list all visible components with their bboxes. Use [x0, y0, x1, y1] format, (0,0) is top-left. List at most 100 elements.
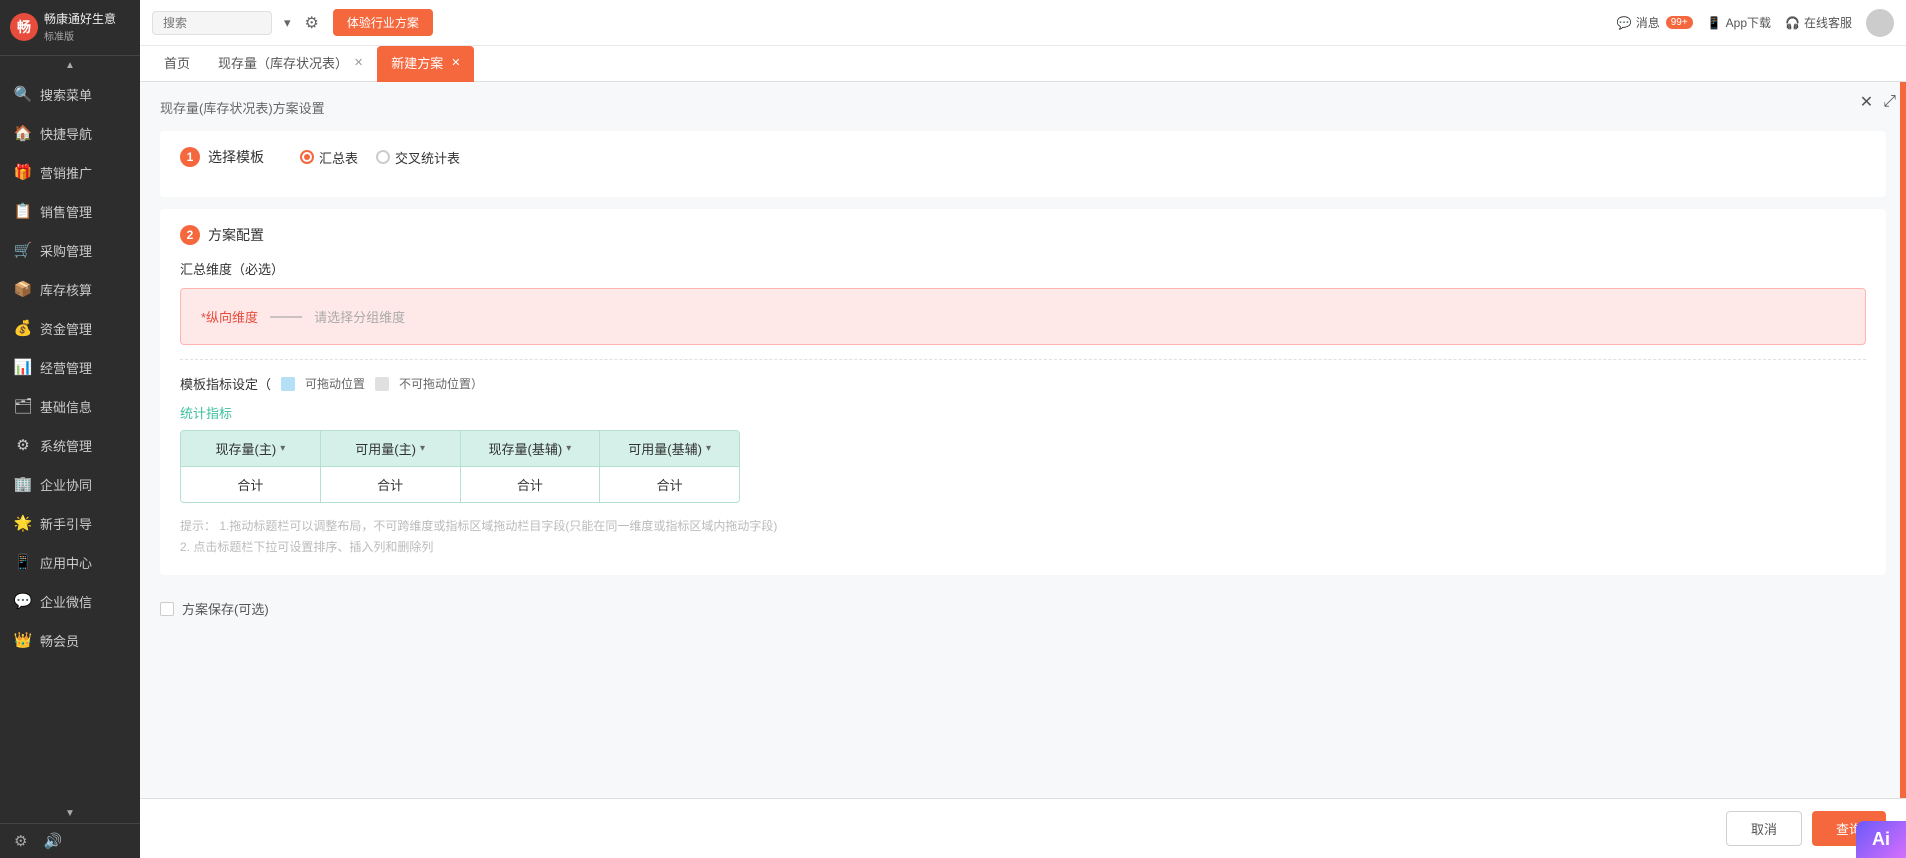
cancel-button[interactable]: 取消 — [1726, 811, 1802, 846]
step1-header: 1 选择模板 汇总表 交叉统计表 — [180, 147, 1866, 167]
stats-col-header-available-aux[interactable]: 可用量(基辅)▾ — [600, 431, 739, 466]
sidebar-item-label: 销售管理 — [40, 202, 92, 221]
tab-label-new-plan: 新建方案 — [391, 53, 443, 72]
sidebar-item-finance[interactable]: 💰 资金管理 — [0, 309, 140, 348]
trial-button[interactable]: 体验行业方案 — [333, 9, 433, 36]
gear-icon[interactable]: ⚙ — [305, 13, 319, 33]
tab-home[interactable]: 首页 — [150, 46, 204, 82]
sidebar-scroll-down[interactable]: ▼ — [0, 804, 140, 823]
sidebar-item-quicknav[interactable]: 🏠快捷导航 — [0, 114, 140, 153]
tips-area: 提示： 1.拖动标题栏可以调整布局，不可跨维度或指标区域拖动栏目字段(只能在同一… — [180, 517, 1866, 555]
sidebar-item-appcenter[interactable]: 📱 应用中心 — [0, 543, 140, 582]
online-service-button[interactable]: 🎧 在线客服 — [1785, 14, 1852, 31]
template-radio-group: 汇总表 交叉统计表 — [300, 148, 460, 167]
sidebar-item-label: 资金管理 — [40, 319, 92, 338]
close-panel-icon[interactable]: ✕ — [1860, 92, 1873, 112]
col-label-available-main: 可用量(主) — [355, 439, 416, 458]
col-chevron-stock-aux[interactable]: ▾ — [566, 443, 571, 454]
search-input[interactable] — [152, 11, 272, 35]
col-chevron-available-main[interactable]: ▾ — [420, 443, 425, 454]
expand-panel-icon[interactable]: ⤢ — [1883, 93, 1896, 111]
step2-title: 方案配置 — [208, 225, 264, 245]
stats-table: 现存量(主)▾可用量(主)▾现存量(基辅)▾可用量(基辅)▾合计合计合计合计 — [180, 430, 740, 503]
sidebar-item-inventory[interactable]: 📦库存核算 — [0, 270, 140, 309]
non-draggable-tag-label: 不可拖动位置） — [399, 375, 483, 392]
newguide-icon: 🌟 — [14, 514, 32, 532]
stats-label: 统计指标 — [180, 403, 1866, 422]
col-label-stock-aux: 现存量(基辅) — [489, 439, 563, 458]
dimension-dash: —— — [270, 308, 302, 326]
radio-label-cross: 交叉统计表 — [395, 148, 460, 167]
resize-handle[interactable] — [1900, 82, 1906, 798]
sidebar-item-operation[interactable]: 📊 经营管理 — [0, 348, 140, 387]
content-area: ✕ ⤢ 现存量(库存状况表)方案设置 1 选择模板 汇总表 交叉统计表 2 方案配… — [140, 82, 1906, 798]
draggable-tag-indicator — [281, 377, 295, 391]
sidebar-item-label: 应用中心 — [40, 553, 92, 572]
sidebar-item-label: 系统管理 — [40, 436, 92, 455]
stats-table-header: 现存量(主)▾可用量(主)▾现存量(基辅)▾可用量(基辅)▾ — [181, 431, 739, 466]
enterprise-icon: 🏢 — [14, 475, 32, 493]
footer-bar: 取消 查询 — [140, 798, 1906, 858]
sidebar: 畅 畅康通好生意 标准版 ▲ 🔍 搜索菜单 🏠快捷导航🎁营销推广📋销售管理🛒采购管理… — [0, 0, 140, 858]
app-logo-text: 畅康通好生意 标准版 — [44, 12, 116, 43]
col-chevron-available-aux[interactable]: ▾ — [706, 443, 711, 454]
sidebar-item-label: 搜索菜单 — [40, 85, 92, 104]
sidebar-scroll-up[interactable]: ▲ — [0, 56, 140, 75]
sidebar-item-label: 采购管理 — [40, 241, 92, 260]
save-row: 方案保存(可选) — [160, 587, 1886, 630]
app-logo-icon: 畅 — [10, 13, 38, 41]
tab-inventory-status[interactable]: 现存量（库存状况表）✕ — [204, 46, 377, 82]
draggable-tag-label: 可拖动位置 — [305, 375, 365, 392]
tab-close-inventory-status[interactable]: ✕ — [354, 56, 363, 69]
non-draggable-tag-indicator — [375, 377, 389, 391]
sidebar-item-marketing[interactable]: 🎁营销推广 — [0, 153, 140, 192]
stats-col-body-stock-aux: 合计 — [461, 466, 601, 502]
sidebar-nav: 🔍 搜索菜单 🏠快捷导航🎁营销推广📋销售管理🛒采购管理📦库存核算 💰 资金管理 📊 经营管理… — [0, 75, 140, 804]
save-label: 方案保存(可选) — [182, 599, 269, 618]
save-checkbox[interactable] — [160, 602, 174, 616]
sidebar-item-wechat[interactable]: 💬企业微信 — [0, 582, 140, 621]
sound-icon[interactable]: 🔊 — [43, 832, 62, 850]
quicknav-icon: 🏠 — [14, 124, 32, 142]
col-chevron-stock-main[interactable]: ▾ — [280, 443, 285, 454]
stats-col-header-stock-aux[interactable]: 现存量(基辅)▾ — [461, 431, 601, 466]
radio-summary[interactable]: 汇总表 — [300, 148, 358, 167]
finance-icon: 💰 — [14, 319, 32, 337]
app-download-button[interactable]: 📱 App下载 — [1707, 14, 1771, 31]
sidebar-bottom: ⚙ 🔊 — [0, 823, 140, 858]
sidebar-logo: 畅 畅康通好生意 标准版 — [0, 0, 140, 56]
ai-badge[interactable]: Ai — [1856, 821, 1906, 858]
sidebar-item-search[interactable]: 🔍 搜索菜单 — [0, 75, 140, 114]
step1-num: 1 — [180, 147, 200, 167]
sidebar-item-member[interactable]: 👑畅会员 — [0, 621, 140, 660]
stats-col-header-available-main[interactable]: 可用量(主) ▾ — [321, 431, 461, 466]
sidebar-item-system[interactable]: ⚙系统管理 — [0, 426, 140, 465]
settings-icon[interactable]: ⚙ — [14, 832, 27, 850]
sidebar-item-label: 企业协同 — [40, 475, 92, 494]
radio-cross[interactable]: 交叉统计表 — [376, 148, 460, 167]
sidebar-item-newguide[interactable]: 🌟新手引导 — [0, 504, 140, 543]
appcenter-icon: 📱 — [14, 553, 32, 571]
stats-table-body: 合计合计合计合计 — [181, 466, 739, 502]
dimension-row[interactable]: *纵向维度 —— 请选择分组维度 — [180, 288, 1866, 345]
sidebar-item-enterprise[interactable]: 🏢 企业协同 — [0, 465, 140, 504]
sidebar-item-basic[interactable]: 🗂基础信息 — [0, 387, 140, 426]
operation-icon: 📊 — [14, 358, 32, 376]
step1-title: 选择模板 — [208, 147, 264, 167]
stats-col-header-stock-main[interactable]: 现存量(主)▾ — [181, 431, 321, 466]
sidebar-item-label: 企业微信 — [40, 592, 92, 611]
topbar: ▾ ⚙ 体验行业方案 💬 消息 99+ 📱 App下载 🎧 在线客服 — [140, 0, 1906, 46]
step2-num: 2 — [180, 225, 200, 245]
sidebar-item-purchase[interactable]: 🛒采购管理 — [0, 231, 140, 270]
tab-close-new-plan[interactable]: ✕ — [451, 56, 460, 69]
sidebar-item-label: 经营管理 — [40, 358, 92, 377]
sidebar-item-sales[interactable]: 📋销售管理 — [0, 192, 140, 231]
user-avatar[interactable] — [1866, 9, 1894, 37]
search-icon: 🔍 — [14, 85, 32, 103]
topbar-right: 💬 消息 99+ 📱 App下载 🎧 在线客服 — [1617, 9, 1894, 37]
page-title: 现存量(库存状况表)方案设置 — [160, 98, 1886, 117]
search-dropdown-icon[interactable]: ▾ — [284, 15, 291, 31]
tabs-bar: 首页现存量（库存状况表）✕ 新建方案 ✕ — [140, 46, 1906, 82]
messages-button[interactable]: 💬 消息 99+ — [1617, 14, 1693, 31]
tab-new-plan[interactable]: 新建方案 ✕ — [377, 46, 474, 82]
